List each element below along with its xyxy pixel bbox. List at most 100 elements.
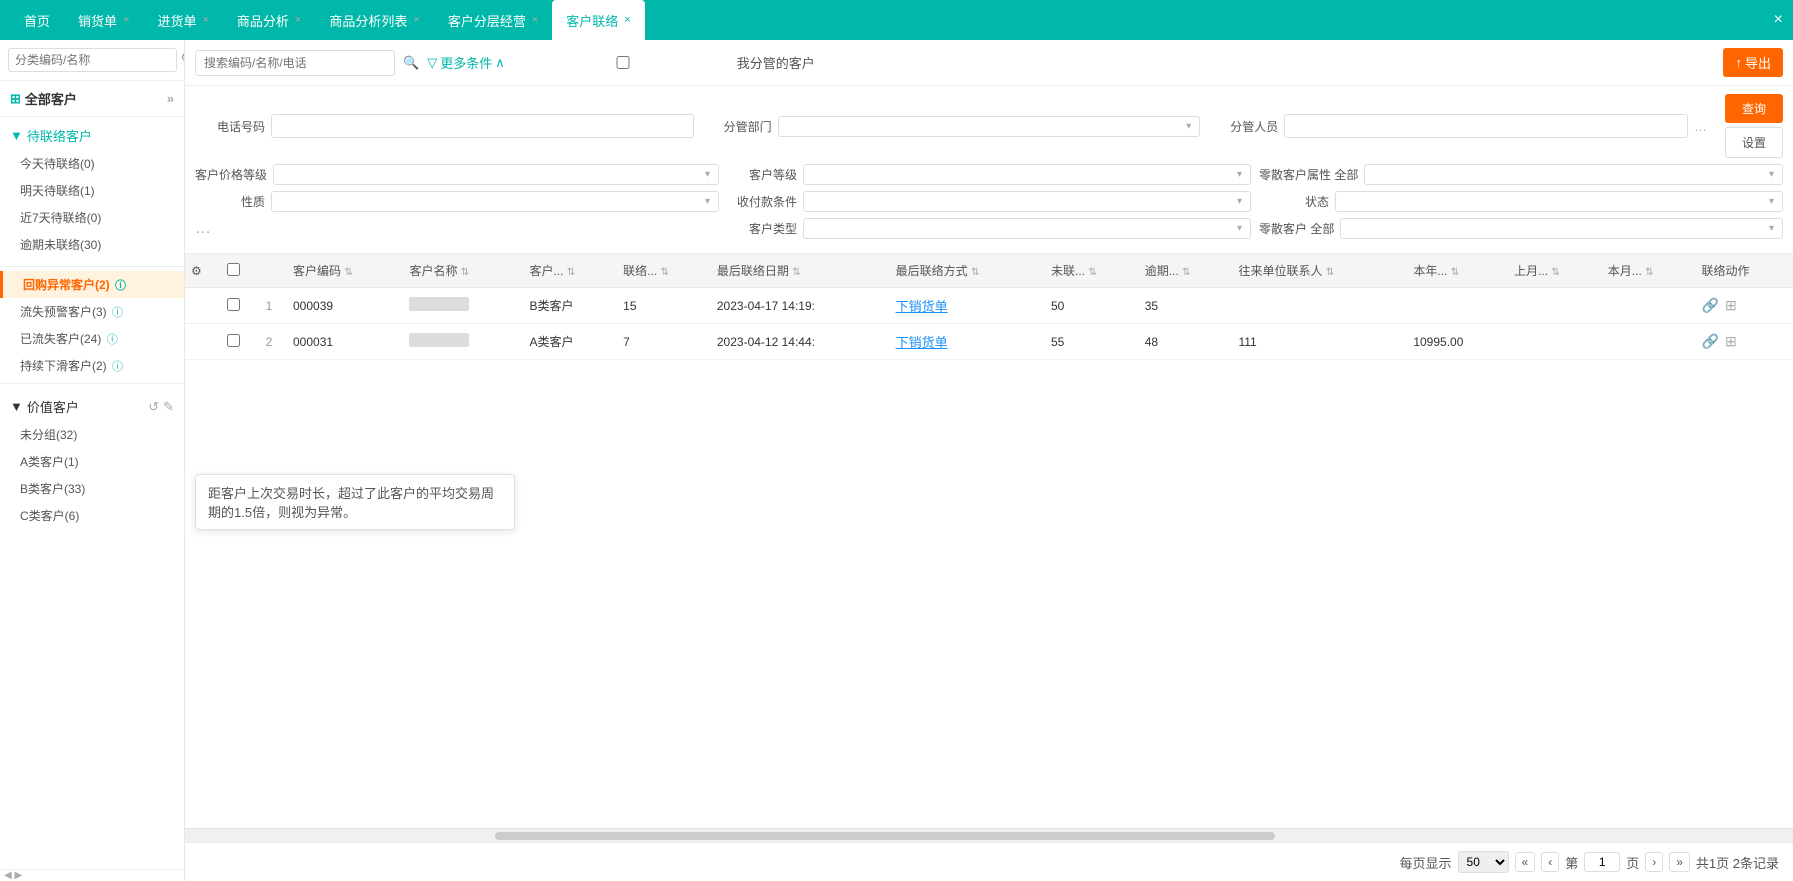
h-scroll-thumb[interactable] xyxy=(495,832,1275,840)
prev-page-button[interactable]: ‹ xyxy=(1541,852,1559,872)
link-action-icon2[interactable]: 🔗 xyxy=(1702,333,1719,350)
sidebar-item-tomorrow[interactable]: 明天待联络(1) xyxy=(0,177,184,204)
select-all-checkbox[interactable] xyxy=(227,263,240,276)
info-icon-loss: ⓘ xyxy=(112,307,123,319)
horizontal-scrollbar[interactable] xyxy=(185,828,1793,842)
close-customer-layered-tab[interactable]: × xyxy=(532,14,538,26)
sidebar-item-loss-warning[interactable]: 流失预警客户(3) ⓘ xyxy=(0,298,184,325)
next-page-button[interactable]: › xyxy=(1645,852,1663,872)
tab-customer-layered[interactable]: 客户分层经营 × xyxy=(434,0,552,40)
sort-method-icon: ⇅ xyxy=(971,267,979,278)
col-code[interactable]: 客户编码 ⇅ xyxy=(287,254,403,288)
filter-manager-input[interactable] xyxy=(1284,114,1688,138)
col-company-contact[interactable]: 往来单位联系人 ⇅ xyxy=(1232,254,1407,288)
close-customer-contact-tab[interactable]: × xyxy=(624,14,630,26)
col-action: 联络动作 xyxy=(1696,254,1793,288)
close-purchase-tab[interactable]: × xyxy=(202,14,208,26)
search-input[interactable] xyxy=(195,50,395,76)
sidebar-item-repurchase-anomaly[interactable]: 回购异常客户(2) ⓘ xyxy=(0,271,184,298)
filter-scatter-select[interactable]: ▾ xyxy=(1340,218,1783,239)
close-sales-tab[interactable]: × xyxy=(123,14,129,26)
filter-nature-select[interactable]: ▾ xyxy=(271,191,719,212)
sidebar-item-class-b[interactable]: B类客户(33) xyxy=(0,475,184,502)
chevron-down-icon3: ▾ xyxy=(1237,169,1242,180)
table-header-row: ⚙ 客户编码 ⇅ 客户名称 ⇅ 客户... ⇅ 联络... ⇅ 最后联络日期 ⇅… xyxy=(185,254,1793,288)
col-last-date[interactable]: 最后联络日期 ⇅ xyxy=(711,254,890,288)
grid-action-icon[interactable]: ⊞ xyxy=(1725,297,1737,314)
my-customers-checkbox-label[interactable]: 我分管的客户 xyxy=(513,53,815,72)
tab-purchase[interactable]: 进货单 × xyxy=(143,0,222,40)
sidebar-item-class-c[interactable]: C类客户(6) xyxy=(0,502,184,529)
sidebar-item-today[interactable]: 今天待联络(0) xyxy=(0,150,184,177)
col-type[interactable]: 客户... ⇅ xyxy=(523,254,617,288)
row2-checkbox[interactable] xyxy=(227,334,240,347)
sort-year-icon: ⇅ xyxy=(1451,267,1459,278)
per-page-select[interactable]: 50 100 200 xyxy=(1458,851,1509,873)
settings-button[interactable]: 设置 xyxy=(1725,127,1783,158)
filter-manager-dots[interactable]: … xyxy=(1694,119,1707,134)
row1-checkbox[interactable] xyxy=(227,298,240,311)
query-button[interactable]: 查询 xyxy=(1725,94,1783,123)
cell-this-year xyxy=(1407,288,1508,324)
col-overdue[interactable]: 逾期... ⇅ xyxy=(1139,254,1233,288)
method-link2[interactable]: 下销货单 xyxy=(896,335,948,350)
sidebar-value-group-title[interactable]: ▼ 价值客户 ↺ ✎ xyxy=(0,392,184,421)
sidebar-item-lost[interactable]: 已流失客户(24) ⓘ xyxy=(0,325,184,352)
sidebar-collapse-icon[interactable]: » xyxy=(167,91,174,106)
col-contact[interactable]: 联络... ⇅ xyxy=(617,254,711,288)
filter-dept-select[interactable]: ▾ xyxy=(778,116,1201,137)
total-records: 共1页 2条记录 xyxy=(1696,853,1779,872)
sidebar-search-input[interactable] xyxy=(8,48,177,72)
sidebar-item-unclassified[interactable]: 未分组(32) xyxy=(0,421,184,448)
col-this-month[interactable]: 本月... ⇅ xyxy=(1602,254,1696,288)
col-last-method[interactable]: 最后联络方式 ⇅ xyxy=(890,254,1045,288)
tab-product-analysis[interactable]: 商品分析 × xyxy=(223,0,315,40)
chevron-up-icon: ∧ xyxy=(495,55,505,71)
close-product-analysis-tab[interactable]: × xyxy=(295,14,301,26)
filter-customer-type-select[interactable]: ▾ xyxy=(803,218,1251,239)
export-button[interactable]: ↑ 导出 xyxy=(1723,48,1783,77)
my-customers-checkbox[interactable] xyxy=(513,56,733,69)
sidebar-item-7days[interactable]: 近7天待联络(0) xyxy=(0,204,184,231)
col-no-contact[interactable]: 未联... ⇅ xyxy=(1045,254,1139,288)
sidebar-item-declining[interactable]: 持续下滑客户(2) ⓘ xyxy=(0,352,184,379)
tab-customer-contact[interactable]: 客户联络 × xyxy=(552,0,644,40)
filter-grade-label: 客户等级 xyxy=(727,166,797,183)
cell-type: B类客户 xyxy=(523,288,617,324)
grid-action-icon2[interactable]: ⊞ xyxy=(1725,333,1737,350)
filter-row-3: 性质 ▾ 收付款条件 ▾ 状态 xyxy=(195,191,1783,212)
col-last-month[interactable]: 上月... ⇅ xyxy=(1508,254,1602,288)
sidebar-waiting-title[interactable]: ▼ 待联络客户 xyxy=(0,121,184,150)
sidebar-item-overdue[interactable]: 逾期未联络(30) xyxy=(0,231,184,258)
filter-status-select[interactable]: ▾ xyxy=(1335,191,1783,212)
filter-scatter-attr-select[interactable]: ▾ xyxy=(1364,164,1783,185)
filter-price-grade-select[interactable]: ▾ xyxy=(273,164,719,185)
refresh-icon[interactable]: ↺ xyxy=(148,399,159,415)
sort-no-contact-icon: ⇅ xyxy=(1088,267,1096,278)
sidebar-item-class-a[interactable]: A类客户(1) xyxy=(0,448,184,475)
edit-icon[interactable]: ✎ xyxy=(163,399,174,415)
window-close-icon[interactable]: × xyxy=(1774,11,1783,29)
last-page-button[interactable]: » xyxy=(1669,852,1690,872)
col-settings[interactable]: ⚙ xyxy=(185,254,221,288)
more-conditions-button[interactable]: ▽ 更多条件 ∧ xyxy=(427,53,505,72)
col-name[interactable]: 客户名称 ⇅ xyxy=(403,254,523,288)
link-action-icon[interactable]: 🔗 xyxy=(1702,297,1719,314)
tab-home[interactable]: 首页 xyxy=(10,0,64,40)
content-area: 🔍 ▽ 更多条件 ∧ 我分管的客户 ↑ 导出 电话号码 xyxy=(185,40,1793,881)
method-link[interactable]: 下销货单 xyxy=(896,299,948,314)
cell-last-month xyxy=(1508,324,1602,360)
col-this-year[interactable]: 本年... ⇅ xyxy=(1407,254,1508,288)
filter-more-dots[interactable]: … xyxy=(195,220,213,238)
sort-contact-icon: ⇅ xyxy=(661,267,669,278)
sidebar-all-customers[interactable]: ⊞ 全部客户 » xyxy=(0,81,184,117)
page-number-input[interactable] xyxy=(1584,852,1620,872)
filter-payment-select[interactable]: ▾ xyxy=(803,191,1251,212)
tab-sales[interactable]: 销货单 × xyxy=(64,0,143,40)
tab-product-analysis-list[interactable]: 商品分析列表 × xyxy=(315,0,433,40)
close-product-analysis-list-tab[interactable]: × xyxy=(413,14,419,26)
filter-search-button[interactable]: 🔍 xyxy=(403,55,419,71)
first-page-button[interactable]: « xyxy=(1515,852,1536,872)
filter-grade-select[interactable]: ▾ xyxy=(803,164,1251,185)
filter-phone-input[interactable] xyxy=(271,114,694,138)
